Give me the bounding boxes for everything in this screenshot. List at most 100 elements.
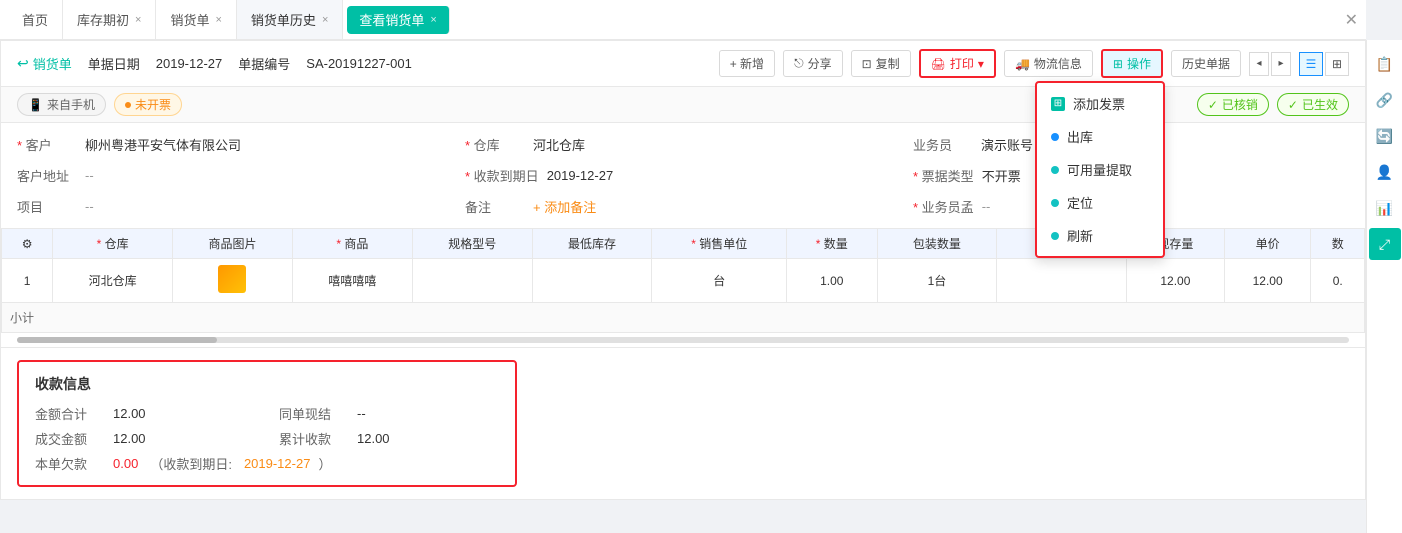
copy-icon: ⊡ <box>862 57 872 71</box>
available-qty-label: 可用量提取 <box>1067 160 1132 179</box>
status-no-invoice[interactable]: 未开票 <box>114 93 182 116</box>
print-btn[interactable]: 🖨 打印 ▾ <box>919 49 996 78</box>
verified-icon: ✓ <box>1208 98 1218 112</box>
payment-owed-row: 本单欠款 0.00 （收款到期日: 2019-12-27 ） <box>35 454 499 473</box>
logistics-btn[interactable]: 🚚 物流信息 <box>1004 50 1093 77</box>
tab-view-sales[interactable]: 查看销货单 × <box>347 6 449 34</box>
view-toggle: ☰ ⊞ <box>1299 52 1349 76</box>
tab-bar-close-btn[interactable]: ✕ <box>1345 10 1358 30</box>
new-btn[interactable]: + 新增 <box>719 50 775 77</box>
due-date-label: 收款到期日 <box>465 166 539 185</box>
status-mobile[interactable]: 📱 来自手机 <box>17 93 106 116</box>
payment-same-settlement-value: -- <box>357 406 366 421</box>
th-warehouse: 仓库 <box>53 229 173 259</box>
sidebar-doc-icon[interactable]: 📋 <box>1369 48 1401 80</box>
address-field: 客户地址 -- <box>17 166 453 185</box>
tab-sales-order-close[interactable]: × <box>215 14 221 26</box>
row-current-stock: 12.00 <box>1127 259 1225 303</box>
sidebar-refresh-icon[interactable]: 🔄 <box>1369 120 1401 152</box>
doc-actions: + 新增 ⎋ 分享 ⊡ 复制 🖨 打印 ▾ 🚚 <box>719 49 1349 78</box>
dropdown-available-qty[interactable]: 可用量提取 <box>1037 153 1163 186</box>
payment-owed-note: （收款到期日: <box>150 454 232 473</box>
doc-title-text: 销货单 <box>33 54 72 73</box>
share-icon: ⎋ <box>794 56 804 71</box>
sales-staff-value: -- <box>982 199 991 214</box>
th-product: 商品 <box>292 229 412 259</box>
th-sales-unit: 销售单位 <box>652 229 787 259</box>
operations-btn[interactable]: ⊞ 操作 <box>1101 49 1163 78</box>
payment-total-value: 12.00 <box>113 406 146 421</box>
scroll-thumb <box>17 337 217 343</box>
ship-out-icon <box>1051 133 1059 141</box>
staff-label: 业务员 <box>913 135 973 154</box>
scroll-indicator[interactable] <box>17 337 1349 343</box>
doc-icon: ↩ <box>17 55 29 72</box>
sidebar-user-icon[interactable]: 👤 <box>1369 156 1401 188</box>
th-image: 商品图片 <box>173 229 293 259</box>
row-index: 1 <box>2 259 53 303</box>
dropdown-add-invoice[interactable]: ⊞ 添加发票 <box>1037 87 1163 120</box>
locate-icon <box>1051 199 1059 207</box>
note-field: 备注 + 添加备注 <box>465 197 901 216</box>
tab-home[interactable]: 首页 <box>8 0 63 39</box>
doc-header: ↩ 销货单 单据日期 2019-12-27 单据编号 SA-20191227-0… <box>1 41 1365 87</box>
payment-cumulative-value: 12.00 <box>357 431 390 446</box>
doc-meta: 单据日期 2019-12-27 单据编号 SA-20191227-001 <box>88 54 412 73</box>
grid-view-btn[interactable]: ⊞ <box>1325 52 1349 76</box>
subtotal-label: 小计 <box>2 303 1365 333</box>
payment-total-label: 金额合计 <box>35 404 105 423</box>
available-qty-icon <box>1051 166 1059 174</box>
tab-inventory-init[interactable]: 库存期初 × <box>63 0 156 39</box>
status-effective[interactable]: ✓ 已生效 <box>1277 93 1349 116</box>
next-btn[interactable]: ▸ <box>1271 52 1291 76</box>
ticket-type-label: 票据类型 <box>913 166 974 185</box>
payment-cumulative-row: 累计收款 12.00 <box>279 429 499 448</box>
tab-sales-order[interactable]: 销货单 × <box>156 0 236 39</box>
project-field: 项目 -- <box>17 197 453 216</box>
due-date-field: 收款到期日 2019-12-27 <box>465 166 901 185</box>
share-btn[interactable]: ⎋ 分享 <box>783 50 843 77</box>
customer-label: 客户 <box>17 135 77 154</box>
ticket-type-value: 不开票 <box>982 166 1021 185</box>
th-pack-qty: 包装数量 <box>877 229 997 259</box>
add-invoice-label: 添加发票 <box>1073 94 1125 113</box>
staff-value: 演示账号 <box>981 135 1033 154</box>
history-btn[interactable]: 历史单据 <box>1171 50 1241 77</box>
row-min-stock <box>532 259 652 303</box>
warehouse-label: 仓库 <box>465 135 525 154</box>
payment-owed-paren: ） <box>318 454 331 473</box>
tab-sales-history[interactable]: 销货单历史 × <box>237 0 343 39</box>
th-amount: 数 <box>1311 229 1365 259</box>
payment-section: 收款信息 金额合计 12.00 同单现结 -- 成交金额 12.00 累计收款 … <box>17 360 517 487</box>
project-value: -- <box>85 199 94 214</box>
no-invoice-label: 未开票 <box>135 96 171 113</box>
row-available <box>997 259 1127 303</box>
refresh-icon <box>1051 232 1059 240</box>
sidebar-link-icon[interactable]: 🔗 <box>1369 84 1401 116</box>
row-warehouse: 河北仓库 <box>53 259 173 303</box>
dropdown-refresh[interactable]: 刷新 <box>1037 219 1163 252</box>
doc-title: ↩ 销货单 <box>17 54 72 73</box>
sidebar-expand-icon[interactable]: ⤢ <box>1369 228 1401 260</box>
copy-btn[interactable]: ⊡ 复制 <box>851 50 911 77</box>
tab-inventory-close[interactable]: × <box>135 14 141 26</box>
due-date-value: 2019-12-27 <box>547 168 614 183</box>
sidebar-chart-icon[interactable]: 📊 <box>1369 192 1401 224</box>
number-label: 单据编号 <box>238 54 290 73</box>
list-view-btn[interactable]: ☰ <box>1299 52 1323 76</box>
tab-view-sales-close[interactable]: × <box>430 14 436 26</box>
th-min-stock: 最低库存 <box>532 229 652 259</box>
row-product: 嘻嘻嘻嘻 <box>292 259 412 303</box>
tab-sales-history-close[interactable]: × <box>322 14 328 26</box>
tab-home-label: 首页 <box>22 10 48 29</box>
status-verified[interactable]: ✓ 已核销 <box>1197 93 1269 116</box>
add-note-btn[interactable]: + 添加备注 <box>533 197 596 216</box>
tab-sales-history-label: 销货单历史 <box>251 10 316 29</box>
prev-btn[interactable]: ◂ <box>1249 52 1269 76</box>
dropdown-ship-out[interactable]: 出库 <box>1037 120 1163 153</box>
dropdown-locate[interactable]: 定位 <box>1037 186 1163 219</box>
payment-grid: 金额合计 12.00 同单现结 -- 成交金额 12.00 累计收款 12.00… <box>35 404 499 473</box>
th-settings[interactable]: ⚙ <box>2 229 53 259</box>
payment-deal-amount-label: 成交金额 <box>35 429 105 448</box>
sales-staff-label: 业务员孟 <box>913 197 974 216</box>
